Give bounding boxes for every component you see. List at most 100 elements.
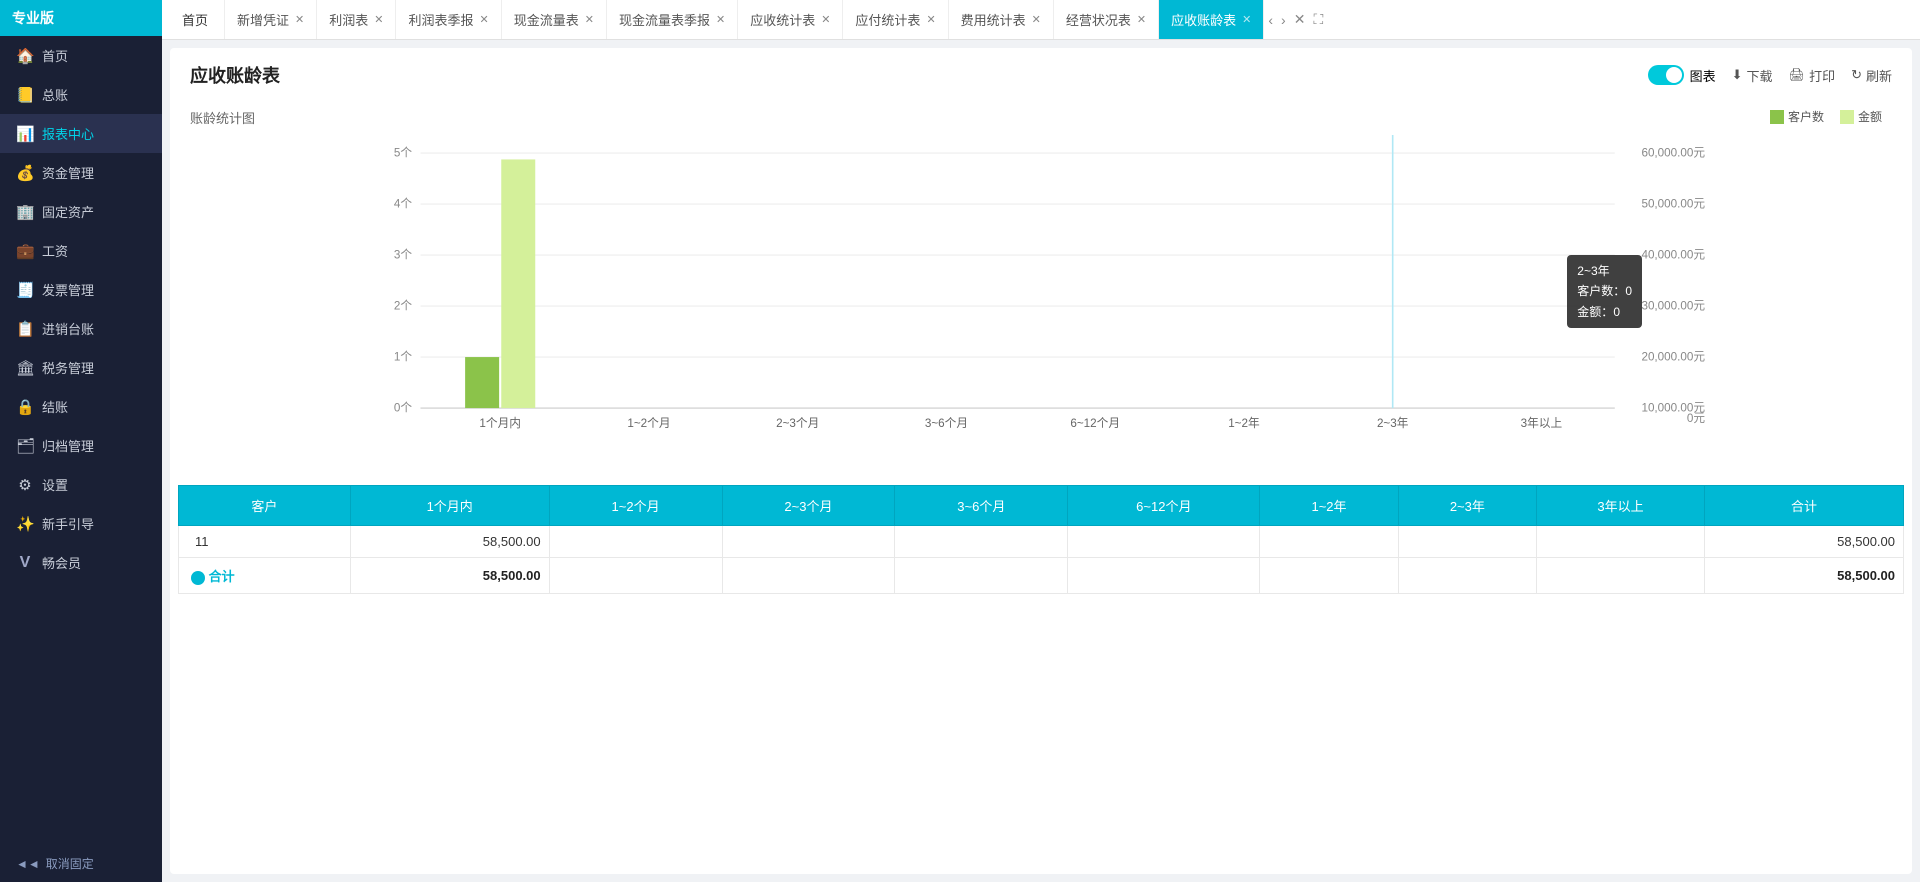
sidebar-item-salary[interactable]: 💼 工资 <box>0 231 162 270</box>
tab-next-button[interactable]: › <box>1277 12 1290 28</box>
close-tab-profit[interactable]: ✕ <box>374 13 383 26</box>
vip-icon: V <box>16 554 34 572</box>
sidebar-item-vip[interactable]: V 畅会员 <box>0 543 162 582</box>
sidebar-item-label: 畅会员 <box>42 553 81 572</box>
col-y23: 2~3年 <box>1398 486 1536 526</box>
home-icon: 🏠 <box>16 47 34 65</box>
sidebar-item-tax[interactable]: 🏛 税务管理 <box>0 348 162 387</box>
tab-voucher[interactable]: 新增凭证 ✕ <box>225 0 317 39</box>
sidebar-item-capital[interactable]: 💰 资金管理 <box>0 153 162 192</box>
chart-toggle[interactable]: 图表 <box>1648 65 1716 85</box>
legend-amount-label: 金额 <box>1858 108 1882 125</box>
tab-profit-quarter[interactable]: 利润表季报 ✕ <box>396 0 501 39</box>
bar-chart: 5个 4个 3个 2个 1个 0个 60,000.00元 50,000.00元 … <box>190 135 1892 475</box>
sidebar-item-settings[interactable]: ⚙ 设置 <box>0 465 162 504</box>
arrow-left-icon: ◄◄ <box>16 857 40 871</box>
salary-icon: 💼 <box>16 242 34 260</box>
tab-profit[interactable]: 利润表 ✕ <box>317 0 396 39</box>
svg-text:1~2年: 1~2年 <box>1228 416 1260 430</box>
close-tab-business[interactable]: ✕ <box>1137 13 1146 26</box>
svg-text:1个: 1个 <box>394 350 412 363</box>
svg-text:1~2个月: 1~2个月 <box>627 417 670 430</box>
col-m612: 6~12个月 <box>1068 486 1260 526</box>
refresh-icon: ↻ <box>1851 67 1862 83</box>
tab-cashflow-quarter[interactable]: 现金流量表季报 ✕ <box>607 0 738 39</box>
sidebar-item-label: 固定资产 <box>42 202 94 221</box>
close-tab-cashflow-quarter[interactable]: ✕ <box>716 13 725 26</box>
sidebar-item-report[interactable]: 📊 报表中心 <box>0 114 162 153</box>
tab-close-all-button[interactable]: ✕ <box>1290 11 1310 28</box>
svg-text:30,000.00元: 30,000.00元 <box>1641 299 1705 312</box>
unpin-button[interactable]: ◄◄ 取消固定 <box>0 845 162 882</box>
footer-m23 <box>722 558 895 594</box>
footer-label: 合计 <box>179 558 351 594</box>
sidebar-item-archive[interactable]: 🗂 归档管理 <box>0 426 162 465</box>
page-header: 应收账龄表 图表 ⬇ 下载 🖨 打印 ↻ 刷新 <box>170 48 1912 98</box>
svg-text:4个: 4个 <box>394 197 412 210</box>
sidebar-item-guide[interactable]: ✨ 新手引导 <box>0 504 162 543</box>
svg-text:40,000.00元: 40,000.00元 <box>1641 248 1705 261</box>
sidebar-item-ledger[interactable]: 📒 总账 <box>0 75 162 114</box>
close-tab-expense[interactable]: ✕ <box>1032 13 1041 26</box>
sidebar-item-purchase[interactable]: 📋 进销台账 <box>0 309 162 348</box>
total-icon <box>191 571 205 585</box>
tab-ar-stat[interactable]: 应收统计表 ✕ <box>738 0 843 39</box>
close-tab-voucher[interactable]: ✕ <box>295 13 304 26</box>
refresh-button[interactable]: ↻ 刷新 <box>1851 66 1892 85</box>
col-m1: 1个月内 <box>350 486 549 526</box>
sidebar-item-asset[interactable]: 🏢 固定资产 <box>0 192 162 231</box>
tab-expand-button[interactable]: ⛶ <box>1309 11 1327 28</box>
sidebar-item-label: 发票管理 <box>42 280 94 299</box>
cell-m23 <box>722 526 895 558</box>
close-account-icon: 🔒 <box>16 398 34 416</box>
tab-cashflow[interactable]: 现金流量表 ✕ <box>502 0 607 39</box>
close-tab-ap-stat[interactable]: ✕ <box>926 13 935 26</box>
svg-text:2个: 2个 <box>394 299 412 312</box>
tab-business[interactable]: 经营状况表 ✕ <box>1054 0 1159 39</box>
close-tab-ar-stat[interactable]: ✕ <box>821 13 830 26</box>
download-button[interactable]: ⬇ 下载 <box>1732 66 1773 85</box>
table-header-row: 客户 1个月内 1~2个月 2~3个月 3~6个月 6~12个月 1~2年 2~… <box>179 486 1904 526</box>
table-section: 客户 1个月内 1~2个月 2~3个月 3~6个月 6~12个月 1~2年 2~… <box>170 485 1912 610</box>
col-m12: 1~2个月 <box>549 486 722 526</box>
footer-m1: 58,500.00 <box>350 558 549 594</box>
footer-m612 <box>1068 558 1260 594</box>
sidebar-item-home[interactable]: 🏠 首页 <box>0 36 162 75</box>
svg-text:2~3个月: 2~3个月 <box>776 417 819 430</box>
tab-prev-button[interactable]: ‹ <box>1264 12 1277 28</box>
col-y3plus: 3年以上 <box>1537 486 1705 526</box>
svg-text:3年以上: 3年以上 <box>1521 416 1563 430</box>
sidebar-item-invoice[interactable]: 🧾 发票管理 <box>0 270 162 309</box>
tab-ap-stat[interactable]: 应付统计表 ✕ <box>843 0 948 39</box>
svg-text:6~12个月: 6~12个月 <box>1070 417 1120 430</box>
aging-table: 客户 1个月内 1~2个月 2~3个月 3~6个月 6~12个月 1~2年 2~… <box>178 485 1904 594</box>
tab-expense[interactable]: 费用统计表 ✕ <box>949 0 1054 39</box>
toggle-bg[interactable] <box>1648 65 1684 85</box>
toggle-knob <box>1666 67 1682 83</box>
cell-m612 <box>1068 526 1260 558</box>
sidebar-item-close[interactable]: 🔒 结账 <box>0 387 162 426</box>
col-m23: 2~3个月 <box>722 486 895 526</box>
svg-text:50,000.00元: 50,000.00元 <box>1641 197 1705 210</box>
print-button[interactable]: 🖨 打印 <box>1789 66 1836 85</box>
sidebar-item-label: 新手引导 <box>42 514 94 533</box>
svg-text:1个月内: 1个月内 <box>479 416 521 430</box>
close-tab-cashflow[interactable]: ✕ <box>585 13 594 26</box>
close-tab-profit-quarter[interactable]: ✕ <box>480 13 489 26</box>
page-title: 应收账龄表 <box>190 62 280 88</box>
svg-text:3~6个月: 3~6个月 <box>925 417 968 430</box>
tab-ar-aging[interactable]: 应收账龄表 ✕ <box>1159 0 1264 39</box>
tab-home[interactable]: 首页 <box>166 0 225 39</box>
report-icon: 📊 <box>16 125 34 143</box>
svg-text:0元: 0元 <box>1687 412 1705 425</box>
svg-text:20,000.00元: 20,000.00元 <box>1641 350 1705 363</box>
legend-amount-dot <box>1840 110 1854 124</box>
cell-y12 <box>1260 526 1398 558</box>
tax-icon: 🏛 <box>16 359 34 377</box>
cell-m36 <box>895 526 1068 558</box>
sidebar-item-label: 资金管理 <box>42 163 94 182</box>
cell-total: 58,500.00 <box>1705 526 1904 558</box>
chart-container: 5个 4个 3个 2个 1个 0个 60,000.00元 50,000.00元 … <box>190 135 1892 475</box>
chart-area: 账龄统计图 客户数 金额 5个 4个 3个 2个 1个 <box>170 98 1912 485</box>
close-tab-ar-aging[interactable]: ✕ <box>1242 13 1251 26</box>
